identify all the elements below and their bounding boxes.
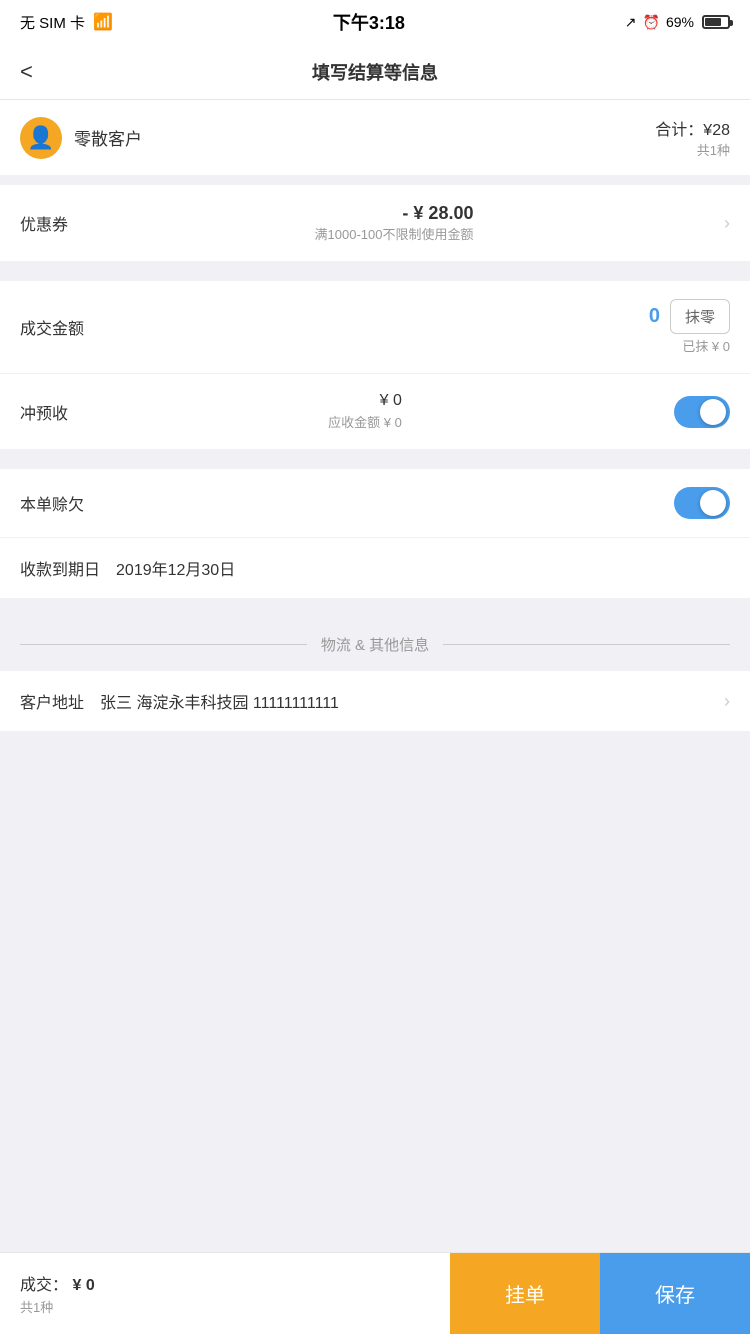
prepaid-offset-row: 冲预收 ¥ 0 应收金额 ¥ 0 [0, 374, 750, 449]
customer-total: 合计：¥28 共1种 [655, 116, 730, 159]
coupon-row[interactable]: 优惠券 - ¥ 28.00 满1000-100不限制使用金额 › [0, 185, 750, 261]
toggle-track [674, 396, 730, 428]
avatar: 👤 [20, 117, 62, 159]
battery-percent: 69% [666, 14, 694, 30]
status-time: 下午3:18 [333, 9, 405, 35]
chevron-icon: › [724, 213, 730, 234]
deal-right-top: 0 抹零 [649, 299, 730, 334]
debt-toggle[interactable] [674, 487, 730, 519]
bottom-bar: 成交： ¥ 0 共1种 挂单 保存 [0, 1252, 750, 1334]
location-icon: ↗ [625, 14, 637, 31]
bottom-deal-label: 成交： ¥ 0 [20, 1271, 430, 1295]
divider-3 [0, 608, 750, 618]
prepaid-right: ¥ 0 应收金额 ¥ 0 [328, 392, 402, 431]
wifi-icon: 📶 [93, 12, 113, 32]
no-sim-text: 无 SIM 卡 [20, 12, 85, 33]
divider-2 [0, 459, 750, 469]
round-zero-button[interactable]: 抹零 [670, 299, 730, 334]
logistics-header: 物流 & 其他信息 [0, 618, 750, 671]
bottom-deal-amount: ¥ 0 [72, 1277, 94, 1294]
debt-label: 本单赊欠 [20, 491, 84, 515]
status-left: 无 SIM 卡 📶 [20, 12, 113, 33]
debt-row: 本单赊欠 [0, 469, 750, 538]
debt-toggle-thumb [700, 490, 726, 516]
customer-row: 👤 零散客户 合计：¥28 共1种 [0, 100, 750, 175]
prepaid-toggle[interactable] [674, 396, 730, 428]
address-row[interactable]: 客户地址 张三 海淀永丰科技园 11111111111 › [0, 671, 750, 731]
nav-bar: < 填写结算等信息 [0, 44, 750, 100]
page-title: 填写结算等信息 [312, 59, 438, 85]
toggle-thumb [700, 399, 726, 425]
prepaid-amount: ¥ 0 [380, 392, 402, 410]
total-amount: 合计：¥28 [655, 116, 730, 140]
prepaid-label: 冲预收 [20, 400, 68, 424]
deal-prefix: 成交： [20, 1277, 68, 1294]
address-chevron-icon: › [724, 691, 730, 712]
status-right: ↗ ⏰ 69% [625, 14, 730, 31]
deal-right: 0 抹零 已抹 ¥ 0 [649, 299, 730, 355]
deal-amount-label: 成交金额 [20, 315, 84, 339]
coupon-sub: 满1000-100不限制使用金额 [315, 224, 474, 243]
deal-amount-row: 成交金额 0 抹零 已抹 ¥ 0 [0, 281, 750, 374]
deal-section: 成交金额 0 抹零 已抹 ¥ 0 冲预收 ¥ 0 应收金额 ¥ 0 [0, 281, 750, 449]
customer-name: 零散客户 [74, 125, 142, 150]
coupon-right: - ¥ 28.00 满1000-100不限制使用金额 [315, 203, 474, 243]
bottom-count: 共1种 [20, 1297, 430, 1316]
due-date-value: 2019年12月30日 [116, 556, 730, 580]
customer-left: 👤 零散客户 [20, 117, 142, 159]
coupon-label: 优惠券 [20, 211, 68, 235]
due-date-label: 收款到期日 [20, 556, 100, 580]
due-date-row: 收款到期日 2019年12月30日 [0, 538, 750, 598]
item-count: 共1种 [655, 140, 730, 159]
debt-toggle-wrap[interactable] [674, 487, 730, 519]
content: 👤 零散客户 合计：¥28 共1种 优惠券 - ¥ 28.00 满1000-10… [0, 100, 750, 821]
address-label: 客户地址 [20, 689, 84, 713]
divider-1 [0, 271, 750, 281]
save-button[interactable]: 保存 [600, 1253, 750, 1334]
prepaid-toggle-wrap[interactable] [674, 396, 730, 428]
coupon-section: 优惠券 - ¥ 28.00 满1000-100不限制使用金额 › [0, 185, 750, 261]
alarm-icon: ⏰ [643, 14, 660, 31]
logistics-line-left [20, 644, 307, 645]
prepaid-sub: 应收金额 ¥ 0 [328, 412, 402, 431]
back-button[interactable]: < [12, 51, 41, 93]
battery-icon [702, 15, 730, 29]
bottom-info: 成交： ¥ 0 共1种 [0, 1271, 450, 1316]
address-value: 张三 海淀永丰科技园 11111111111 [100, 689, 720, 713]
logistics-label: 物流 & 其他信息 [321, 634, 429, 655]
status-bar: 无 SIM 卡 📶 下午3:18 ↗ ⏰ 69% [0, 0, 750, 44]
deal-amount-value: 0 [649, 305, 660, 328]
deal-amount-sub: 已抹 ¥ 0 [682, 336, 730, 355]
logistics-line-right [443, 644, 730, 645]
coupon-amount: - ¥ 28.00 [402, 203, 473, 224]
hang-order-button[interactable]: 挂单 [450, 1253, 600, 1334]
debt-section: 本单赊欠 收款到期日 2019年12月30日 [0, 469, 750, 598]
debt-toggle-track [674, 487, 730, 519]
